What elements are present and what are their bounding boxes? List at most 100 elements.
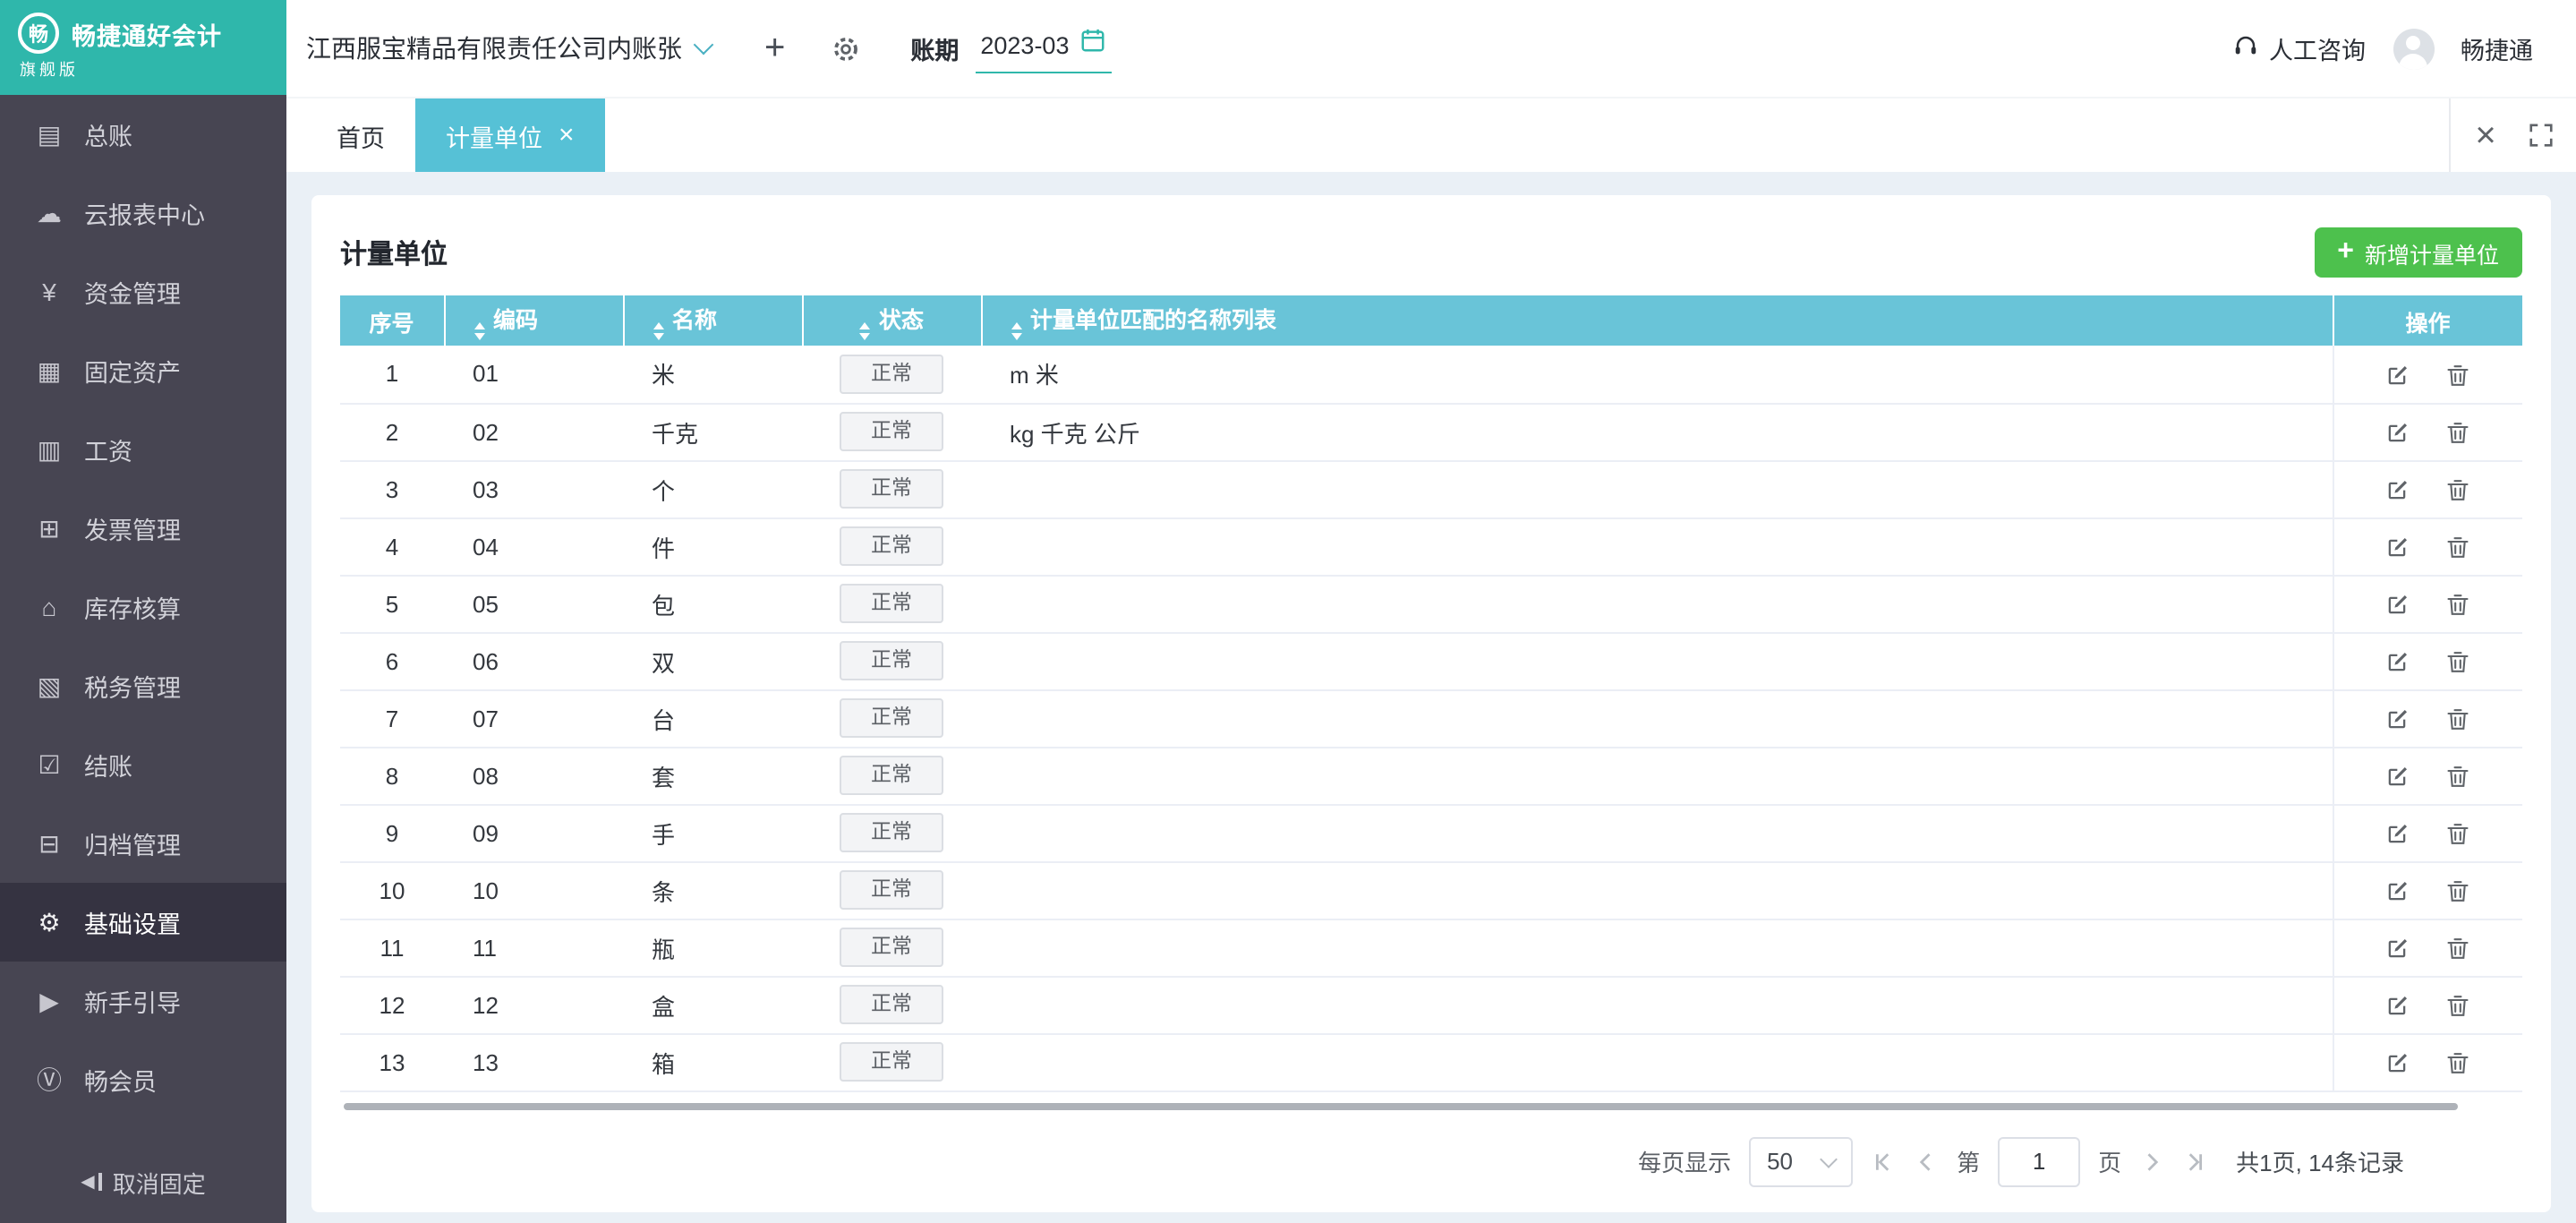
edit-icon[interactable]	[2385, 879, 2410, 904]
settings-gear-icon[interactable]	[830, 33, 860, 64]
payroll-icon: ▥	[37, 434, 62, 463]
delete-icon[interactable]	[2445, 994, 2470, 1019]
delete-icon[interactable]	[2445, 765, 2470, 790]
edit-icon[interactable]	[2385, 650, 2410, 675]
column-header-status[interactable]: 状态	[801, 295, 981, 346]
add-account-set-icon[interactable]: +	[764, 30, 785, 66]
cell-no: 2	[340, 403, 444, 461]
prev-page-icon[interactable]	[1914, 1149, 1939, 1174]
edit-icon[interactable]	[2385, 421, 2410, 446]
delete-icon[interactable]	[2445, 936, 2470, 962]
period-selector[interactable]: 2023-03	[975, 23, 1113, 73]
company-selector[interactable]: 江西服宝精品有限责任公司内账张	[306, 30, 714, 66]
tab-measure-units[interactable]: 计量单位 ×	[415, 98, 605, 172]
logo-icon: 畅	[18, 13, 59, 54]
delete-icon[interactable]	[2445, 593, 2470, 618]
edit-icon[interactable]	[2385, 535, 2410, 560]
sidebar-item-funds[interactable]: ¥ 资金管理	[0, 252, 286, 331]
units-table: 序号 编码 名称 状态 计量单位匹配的名称列表 操作 1 01 米 正常 m 米	[340, 295, 2522, 1091]
tab-home[interactable]: 首页	[306, 98, 415, 172]
delete-icon[interactable]	[2445, 1051, 2470, 1076]
cell-code: 02	[444, 403, 623, 461]
sidebar-item-inventory[interactable]: ⌂ 库存核算	[0, 568, 286, 646]
edit-icon[interactable]	[2385, 994, 2410, 1019]
user-name[interactable]: 畅捷通	[2461, 30, 2533, 66]
next-page-icon[interactable]	[2139, 1149, 2164, 1174]
sidebar-item-fixed-assets[interactable]: ▦ 固定资产	[0, 331, 286, 410]
page-input[interactable]	[1998, 1136, 2081, 1186]
horizontal-scrollbar[interactable]	[344, 1102, 2458, 1109]
per-page-select[interactable]: 50	[1749, 1136, 1854, 1186]
sidebar-item-general-ledger[interactable]: ▤ 总账	[0, 95, 286, 174]
cell-actions	[2332, 460, 2522, 518]
edit-icon[interactable]	[2385, 936, 2410, 962]
column-header-no[interactable]: 序号	[340, 295, 444, 346]
manual-consult-button[interactable]: 人工咨询	[2231, 30, 2366, 66]
sidebar-item-basic-settings[interactable]: ⚙ 基础设置	[0, 883, 286, 962]
unpin-sidebar-button[interactable]: ◀ 取消固定	[0, 1141, 286, 1223]
cell-no: 10	[340, 861, 444, 919]
cell-code: 09	[444, 804, 623, 862]
cell-code: 03	[444, 460, 623, 518]
delete-icon[interactable]	[2445, 421, 2470, 446]
cell-status: 正常	[802, 1033, 981, 1091]
column-header-name[interactable]: 名称	[622, 295, 802, 346]
sort-icon[interactable]	[473, 322, 484, 340]
last-page-icon[interactable]	[2182, 1149, 2207, 1174]
delete-icon[interactable]	[2445, 650, 2470, 675]
sidebar-item-cloud-reports[interactable]: ☁ 云报表中心	[0, 174, 286, 252]
cell-code: 13	[444, 1033, 623, 1091]
content-area: 计量单位 + 新增计量单位 序号 编码 名称 状态 计量单位匹配的名称列表 操作…	[286, 172, 2576, 1223]
delete-icon[interactable]	[2445, 535, 2470, 560]
cell-name: 瓶	[623, 919, 802, 977]
archive-icon: ⊟	[38, 828, 60, 857]
edit-icon[interactable]	[2385, 478, 2410, 503]
column-header-actions[interactable]: 操作	[2332, 295, 2522, 346]
avatar[interactable]	[2393, 28, 2434, 69]
accounting-period: 账期 2023-03	[910, 23, 1113, 73]
first-page-icon[interactable]	[1871, 1149, 1896, 1174]
cell-actions	[2332, 861, 2522, 919]
beginner-guide-icon: ▶	[39, 986, 59, 1014]
sort-icon[interactable]	[1011, 322, 1021, 340]
sidebar-item-beginner-guide[interactable]: ▶ 新手引导	[0, 962, 286, 1040]
cell-status: 正常	[802, 517, 981, 576]
sidebar-item-membership[interactable]: Ⓥ 畅会员	[0, 1040, 286, 1119]
sort-icon[interactable]	[858, 322, 870, 340]
sidebar-item-closing[interactable]: ☑ 结账	[0, 725, 286, 804]
sidebar: 畅 畅捷通好会计 旗舰版 ▤ 总账 ☁ 云报表中心 ¥ 资金管理 ▦ 固定资产 …	[0, 0, 286, 1223]
edit-icon[interactable]	[2385, 1051, 2410, 1076]
sort-icon[interactable]	[653, 322, 663, 340]
cell-no: 12	[340, 976, 444, 1034]
cell-actions	[2332, 689, 2522, 748]
sidebar-item-invoices[interactable]: ⊞ 发票管理	[0, 489, 286, 568]
close-tabs-icon[interactable]: ×	[2458, 98, 2513, 172]
sidebar-item-archive[interactable]: ⊟ 归档管理	[0, 804, 286, 883]
sidebar-item-tax[interactable]: ▧ 税务管理	[0, 646, 286, 725]
edit-icon[interactable]	[2385, 707, 2410, 732]
cell-status: 正常	[802, 976, 981, 1034]
delete-icon[interactable]	[2445, 707, 2470, 732]
add-unit-button[interactable]: + 新增计量单位	[2314, 227, 2522, 278]
cell-name: 双	[623, 632, 802, 690]
edit-icon[interactable]	[2385, 363, 2410, 388]
edit-icon[interactable]	[2385, 822, 2410, 847]
fullscreen-icon[interactable]	[2513, 98, 2569, 172]
sidebar-item-payroll[interactable]: ▥ 工资	[0, 410, 286, 489]
table-row: 7 07 台 正常	[340, 689, 2522, 748]
column-header-code[interactable]: 编码	[443, 295, 623, 346]
delete-icon[interactable]	[2445, 478, 2470, 503]
edit-icon[interactable]	[2385, 593, 2410, 618]
table-row: 3 03 个 正常	[340, 460, 2522, 518]
cell-match	[981, 919, 2333, 977]
period-label: 账期	[910, 38, 960, 64]
delete-icon[interactable]	[2445, 879, 2470, 904]
cell-name: 箱	[623, 1033, 802, 1091]
cell-status: 正常	[802, 689, 981, 748]
cell-name: 手	[623, 804, 802, 862]
delete-icon[interactable]	[2445, 822, 2470, 847]
tab-close-icon[interactable]: ×	[559, 122, 575, 149]
column-header-match[interactable]: 计量单位匹配的名称列表	[980, 295, 2333, 346]
edit-icon[interactable]	[2385, 765, 2410, 790]
delete-icon[interactable]	[2445, 363, 2470, 388]
